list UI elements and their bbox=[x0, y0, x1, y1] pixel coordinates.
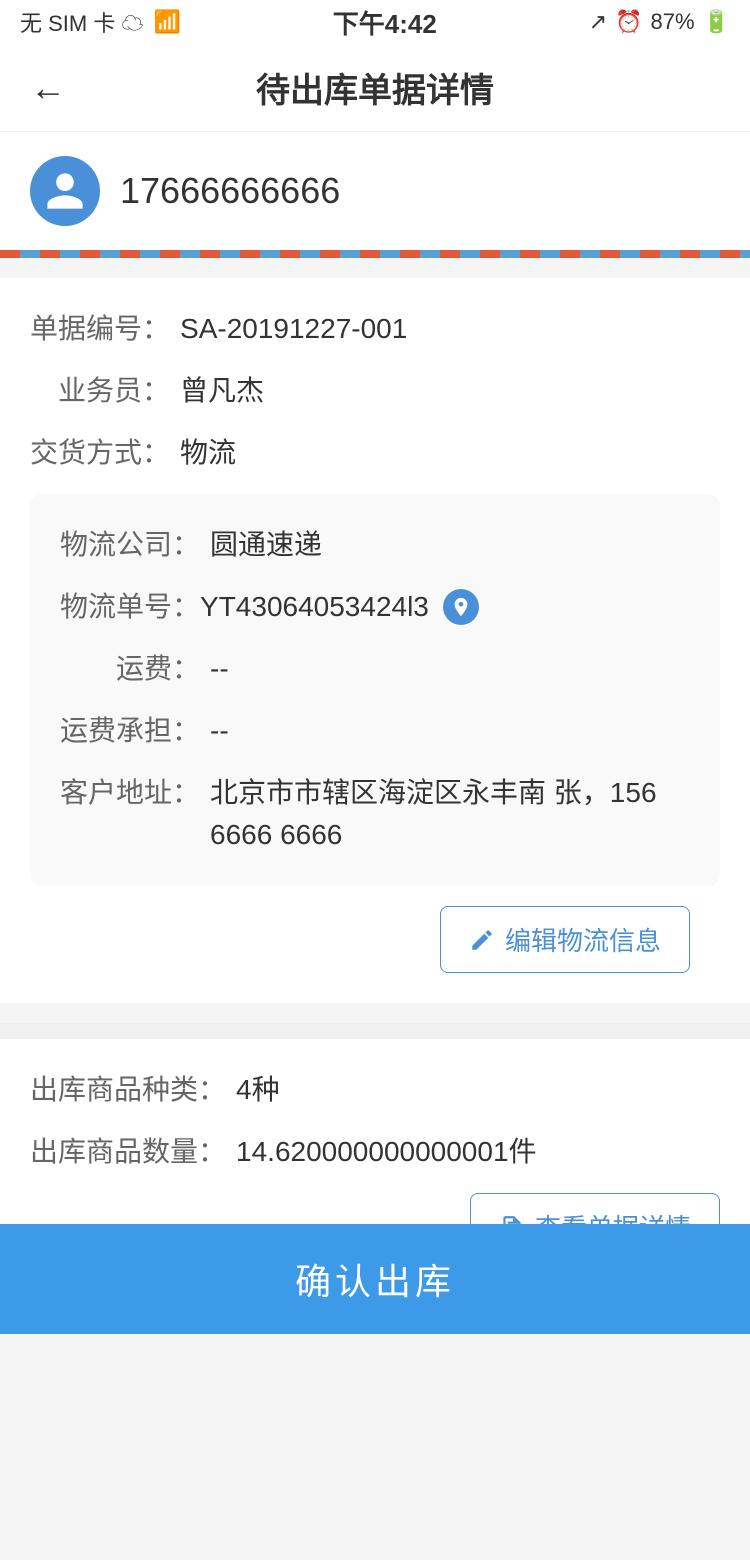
freight-bearer-value: -- bbox=[210, 710, 690, 752]
customer-phone: 17666666666 bbox=[120, 170, 340, 212]
user-avatar-icon bbox=[43, 169, 87, 213]
tracking-number-row: 物流单号： YT43064053424l3 bbox=[60, 586, 690, 628]
avatar bbox=[30, 156, 100, 226]
salesperson-value: 曾凡杰 bbox=[180, 370, 720, 412]
address-label: 客户地址： bbox=[60, 772, 200, 814]
freight-bearer-label: 运费承担： bbox=[60, 710, 200, 752]
edit-icon bbox=[469, 927, 495, 953]
delivery-method-value: 物流 bbox=[180, 432, 720, 474]
delivery-method-label: 交货方式： bbox=[30, 432, 170, 474]
delivery-method-row: 交货方式： 物流 bbox=[30, 432, 720, 474]
map-pin-icon bbox=[450, 596, 472, 618]
confirm-button[interactable]: 确认出库 bbox=[0, 1224, 750, 1334]
nav-bar: ← 待出库单据详情 bbox=[0, 44, 750, 132]
status-right: ↗ ⏰ 87% 🔋 bbox=[589, 9, 730, 35]
section-divider bbox=[0, 1023, 750, 1039]
tracking-number-value: YT43064053424l3 bbox=[200, 586, 429, 628]
document-number-value: SA-20191227-001 bbox=[180, 308, 720, 350]
freight-row: 运费： -- bbox=[60, 648, 690, 690]
document-number-row: 单据编号： SA-20191227-001 bbox=[30, 308, 720, 350]
sim-label: 无 SIM 卡 ☁ bbox=[20, 6, 143, 38]
product-quantity-value: 14.620000000000001件 bbox=[236, 1131, 720, 1173]
document-number-label: 单据编号： bbox=[30, 308, 170, 350]
tracking-number-label: 物流单号： bbox=[60, 586, 200, 628]
product-quantity-row: 出库商品数量： 14.620000000000001件 bbox=[30, 1131, 720, 1173]
tracking-location-button[interactable] bbox=[443, 589, 479, 625]
salesperson-label: 业务员： bbox=[30, 370, 170, 412]
product-type-label: 出库商品种类： bbox=[30, 1069, 226, 1111]
address-value: 北京市市辖区海淀区永丰南 张，156 6666 6666 bbox=[210, 772, 690, 856]
freight-bearer-row: 运费承担： -- bbox=[60, 710, 690, 752]
product-quantity-label: 出库商品数量： bbox=[30, 1131, 226, 1173]
customer-header: 17666666666 bbox=[0, 132, 750, 250]
logistics-company-label: 物流公司： bbox=[60, 524, 200, 566]
page-title: 待出库单据详情 bbox=[256, 63, 494, 112]
back-button[interactable]: ← bbox=[30, 67, 66, 109]
product-type-row: 出库商品种类： 4种 bbox=[30, 1069, 720, 1111]
logistics-card: 物流公司： 圆通速递 物流单号： YT43064053424l3 运费： -- bbox=[30, 494, 720, 886]
location-status-icon: ↗ bbox=[589, 9, 607, 35]
status-bar: 无 SIM 卡 ☁ 📶 下午4:42 ↗ ⏰ 87% 🔋 bbox=[0, 0, 750, 44]
logistics-company-value: 圆通速递 bbox=[210, 524, 690, 566]
product-type-value: 4种 bbox=[236, 1069, 720, 1111]
edit-logistics-button[interactable]: 编辑物流信息 bbox=[440, 906, 690, 973]
salesperson-row: 业务员： 曾凡杰 bbox=[30, 370, 720, 412]
edit-btn-row: 编辑物流信息 bbox=[30, 886, 720, 973]
battery-level: 87% bbox=[651, 9, 695, 35]
freight-value: -- bbox=[210, 648, 690, 690]
dashed-divider bbox=[0, 250, 750, 258]
logistics-company-row: 物流公司： 圆通速递 bbox=[60, 524, 690, 566]
battery-icon: 🔋 bbox=[703, 9, 730, 35]
basic-info-section: 单据编号： SA-20191227-001 业务员： 曾凡杰 交货方式： 物流 … bbox=[0, 278, 750, 1003]
status-left: 无 SIM 卡 ☁ 📶 bbox=[20, 6, 181, 38]
edit-logistics-label: 编辑物流信息 bbox=[505, 921, 661, 958]
order-summary-section: 出库商品种类： 4种 出库商品数量： 14.620000000000001件 bbox=[0, 1039, 750, 1173]
wifi-icon: 📶 bbox=[153, 9, 180, 35]
alarm-icon: ⏰ bbox=[615, 9, 642, 35]
status-time: 下午4:42 bbox=[333, 4, 437, 41]
tracking-number-container: YT43064053424l3 bbox=[200, 586, 479, 628]
address-row: 客户地址： 北京市市辖区海淀区永丰南 张，156 6666 6666 bbox=[60, 772, 690, 856]
confirm-button-label: 确认出库 bbox=[295, 1253, 455, 1305]
freight-label: 运费： bbox=[60, 648, 200, 690]
